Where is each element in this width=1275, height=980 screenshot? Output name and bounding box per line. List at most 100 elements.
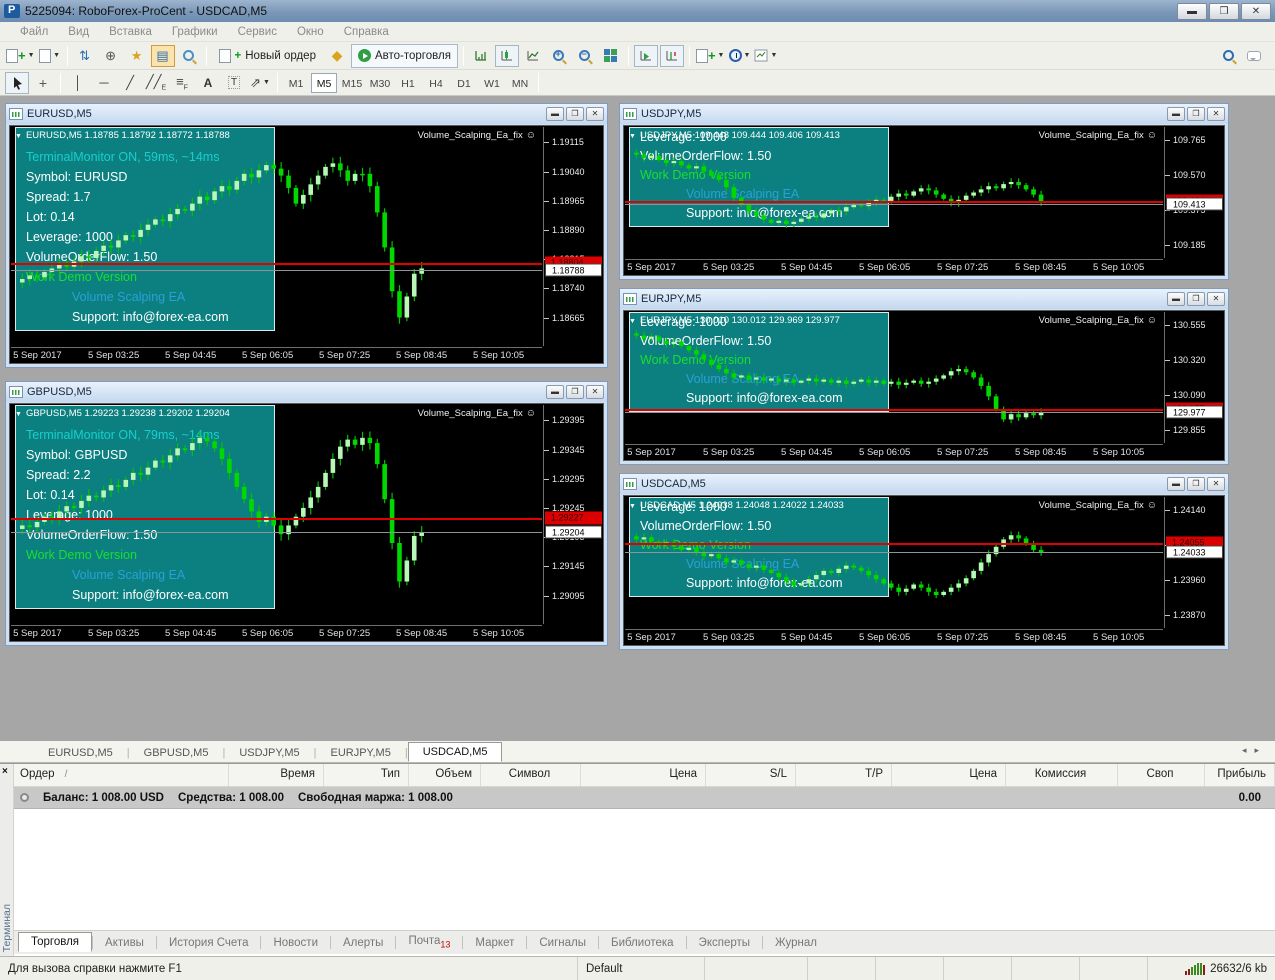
- templates-button[interactable]: ▼: [753, 45, 778, 67]
- price-axis[interactable]: 109.765109.570109.375109.185109.424109.4…: [1164, 127, 1224, 258]
- terminal-tab-7[interactable]: Сигналы: [527, 934, 598, 952]
- chart-restore-button[interactable]: ❒: [566, 385, 584, 399]
- menu-item[interactable]: Окно: [287, 26, 334, 38]
- text-tool[interactable]: A: [196, 72, 220, 94]
- menu-item[interactable]: Вставка: [99, 26, 162, 38]
- time-axis[interactable]: 5 Sep 2017 5 Sep 03:25 5 Sep 04:45 5 Sep 06…: [11, 347, 542, 363]
- time-axis[interactable]: 5 Sep 2017 5 Sep 03:25 5 Sep 04:45 5 Sep 06…: [11, 625, 542, 641]
- timeframe-button-mn[interactable]: MN: [507, 73, 533, 93]
- zoom-in-button[interactable]: +: [547, 45, 571, 67]
- chart-window-titlebar[interactable]: GBPUSD,M5 ▬ ❒ ✕: [6, 382, 607, 402]
- chart-tab-eurjpy[interactable]: EURJPY,M5: [317, 744, 405, 762]
- chart-window-titlebar[interactable]: USDCAD,M5 ▬ ❒ ✕: [620, 474, 1228, 494]
- terminal-tab-9[interactable]: Эксперты: [687, 934, 762, 952]
- time-axis[interactable]: 5 Sep 2017 5 Sep 03:25 5 Sep 04:45 5 Sep 06…: [625, 259, 1163, 275]
- chart-restore-button[interactable]: ❒: [566, 107, 584, 121]
- chart-plot-area[interactable]: TerminalMonitor ON, 79ms, ~14ms Symbol: G…: [11, 405, 542, 624]
- strategy-tester-button[interactable]: [177, 45, 201, 67]
- terminal-tab-2[interactable]: История Счета: [157, 934, 261, 952]
- tab-scroll-arrows[interactable]: ◂▸: [1242, 745, 1267, 756]
- chart-close-button[interactable]: ✕: [586, 385, 604, 399]
- timeframe-button-d1[interactable]: D1: [451, 73, 477, 93]
- time-axis[interactable]: 5 Sep 2017 5 Sep 03:25 5 Sep 04:45 5 Sep 06…: [625, 444, 1163, 460]
- chart-minimize-button[interactable]: ▬: [1167, 477, 1185, 491]
- chart-close-button[interactable]: ✕: [1207, 107, 1225, 121]
- timeframe-button-h4[interactable]: H4: [423, 73, 449, 93]
- terminal-tab-4[interactable]: Алерты: [331, 934, 395, 952]
- column-header-10[interactable]: Своп: [1118, 764, 1205, 786]
- fibonacci-tool[interactable]: ≡F: [170, 72, 194, 94]
- menu-item[interactable]: Справка: [334, 26, 399, 38]
- zoom-out-button[interactable]: −: [573, 45, 597, 67]
- chart-close-button[interactable]: ✕: [586, 107, 604, 121]
- community-chat-button[interactable]: [1242, 45, 1266, 67]
- chart-restore-button[interactable]: ❒: [1187, 107, 1205, 121]
- indicators-button[interactable]: + ▼: [695, 45, 726, 67]
- label-tool[interactable]: T: [222, 72, 246, 94]
- menu-item[interactable]: Вид: [58, 26, 99, 38]
- timeframe-button-h1[interactable]: H1: [395, 73, 421, 93]
- menu-item[interactable]: Графики: [162, 26, 228, 38]
- arrows-tool[interactable]: ⇗ ▼: [248, 72, 272, 94]
- chart-plot-area[interactable]: TerminalMonitor ON, 59ms, ~14ms Symbol: E…: [11, 127, 542, 346]
- menu-item[interactable]: Сервис: [228, 26, 287, 38]
- price-axis[interactable]: 1.293951.293451.292951.292451.291951.291…: [543, 405, 603, 624]
- ea-smiley-icon[interactable]: ☺: [1147, 500, 1157, 511]
- timeframe-button-w1[interactable]: W1: [479, 73, 505, 93]
- terminal-tab-3[interactable]: Новости: [261, 934, 330, 952]
- chart-window-titlebar[interactable]: USDJPY,M5 ▬ ❒ ✕: [620, 104, 1228, 124]
- terminal-close-icon[interactable]: ×: [2, 766, 8, 777]
- column-header-1[interactable]: Время: [229, 764, 324, 786]
- chart-minimize-button[interactable]: ▬: [546, 107, 564, 121]
- auto-scroll-button[interactable]: [633, 44, 658, 67]
- terminal-tab-10[interactable]: Журнал: [763, 934, 829, 952]
- menu-item[interactable]: Файл: [10, 26, 58, 38]
- column-header-4[interactable]: Символ: [481, 764, 581, 786]
- column-header-6[interactable]: S/L: [706, 764, 796, 786]
- terminal-tab-8[interactable]: Библиотека: [599, 934, 686, 952]
- data-window-button[interactable]: ⊕: [99, 45, 123, 67]
- metaeditor-button[interactable]: ◆: [325, 45, 349, 67]
- timeframe-button-m30[interactable]: M30: [367, 73, 393, 93]
- price-axis[interactable]: 1.241401.240501.239601.238701.240551.240…: [1164, 497, 1224, 628]
- column-header-2[interactable]: Тип: [324, 764, 409, 786]
- price-axis[interactable]: 1.191151.190401.189651.188901.188151.187…: [543, 127, 603, 346]
- column-header-8[interactable]: Цена: [892, 764, 1006, 786]
- chart-close-button[interactable]: ✕: [1207, 292, 1225, 306]
- minimize-button[interactable]: ▬: [1177, 2, 1207, 20]
- cursor-tool[interactable]: [5, 71, 29, 94]
- bars-chart-button[interactable]: [469, 45, 493, 67]
- chart-plot-area[interactable]: Leverage: 1000VolumeOrderFlow: 1.50Work …: [625, 312, 1163, 443]
- terminal-tab-0[interactable]: Торговля: [18, 931, 93, 952]
- ea-smiley-icon[interactable]: ☺: [1147, 315, 1157, 326]
- timeframe-button-m5[interactable]: M5: [311, 72, 337, 93]
- navigator-button[interactable]: ★: [125, 45, 149, 67]
- chart-minimize-button[interactable]: ▬: [1167, 292, 1185, 306]
- column-header-11[interactable]: Прибыль: [1205, 764, 1275, 786]
- chart-restore-button[interactable]: ❒: [1187, 292, 1205, 306]
- chart-minimize-button[interactable]: ▬: [1167, 107, 1185, 121]
- timeframe-button-m1[interactable]: M1: [283, 73, 309, 93]
- column-header-7[interactable]: T/P: [796, 764, 892, 786]
- chart-window-titlebar[interactable]: EURUSD,M5 ▬ ❒ ✕: [6, 104, 607, 124]
- line-chart-button[interactable]: [521, 45, 545, 67]
- terminal-tab-1[interactable]: Активы: [93, 934, 156, 952]
- crosshair-tool[interactable]: +: [31, 72, 55, 94]
- new-order-button[interactable]: + Новый ордер: [212, 45, 323, 67]
- terminal-tab-5[interactable]: Почта13: [396, 932, 462, 952]
- trendline-tool[interactable]: ╱: [118, 72, 142, 94]
- status-profile[interactable]: Default: [578, 957, 705, 980]
- vertical-line-tool[interactable]: │: [66, 72, 90, 94]
- column-header-3[interactable]: Объем: [409, 764, 481, 786]
- search-button[interactable]: [1216, 45, 1240, 67]
- chart-tab-gbpusd[interactable]: GBPUSD,M5: [130, 744, 223, 762]
- equidistant-channel-tool[interactable]: ╱╱E: [144, 72, 168, 94]
- periods-button[interactable]: ▼: [727, 45, 751, 67]
- ea-smiley-icon[interactable]: ☺: [1147, 130, 1157, 141]
- chart-shift-button[interactable]: [659, 44, 684, 67]
- column-header-9[interactable]: Комиссия: [1006, 764, 1118, 786]
- column-header-5[interactable]: Цена: [581, 764, 706, 786]
- chart-minimize-button[interactable]: ▬: [546, 385, 564, 399]
- restore-button[interactable]: ❒: [1209, 2, 1239, 20]
- chart-tab-usdjpy[interactable]: USDJPY,M5: [225, 744, 313, 762]
